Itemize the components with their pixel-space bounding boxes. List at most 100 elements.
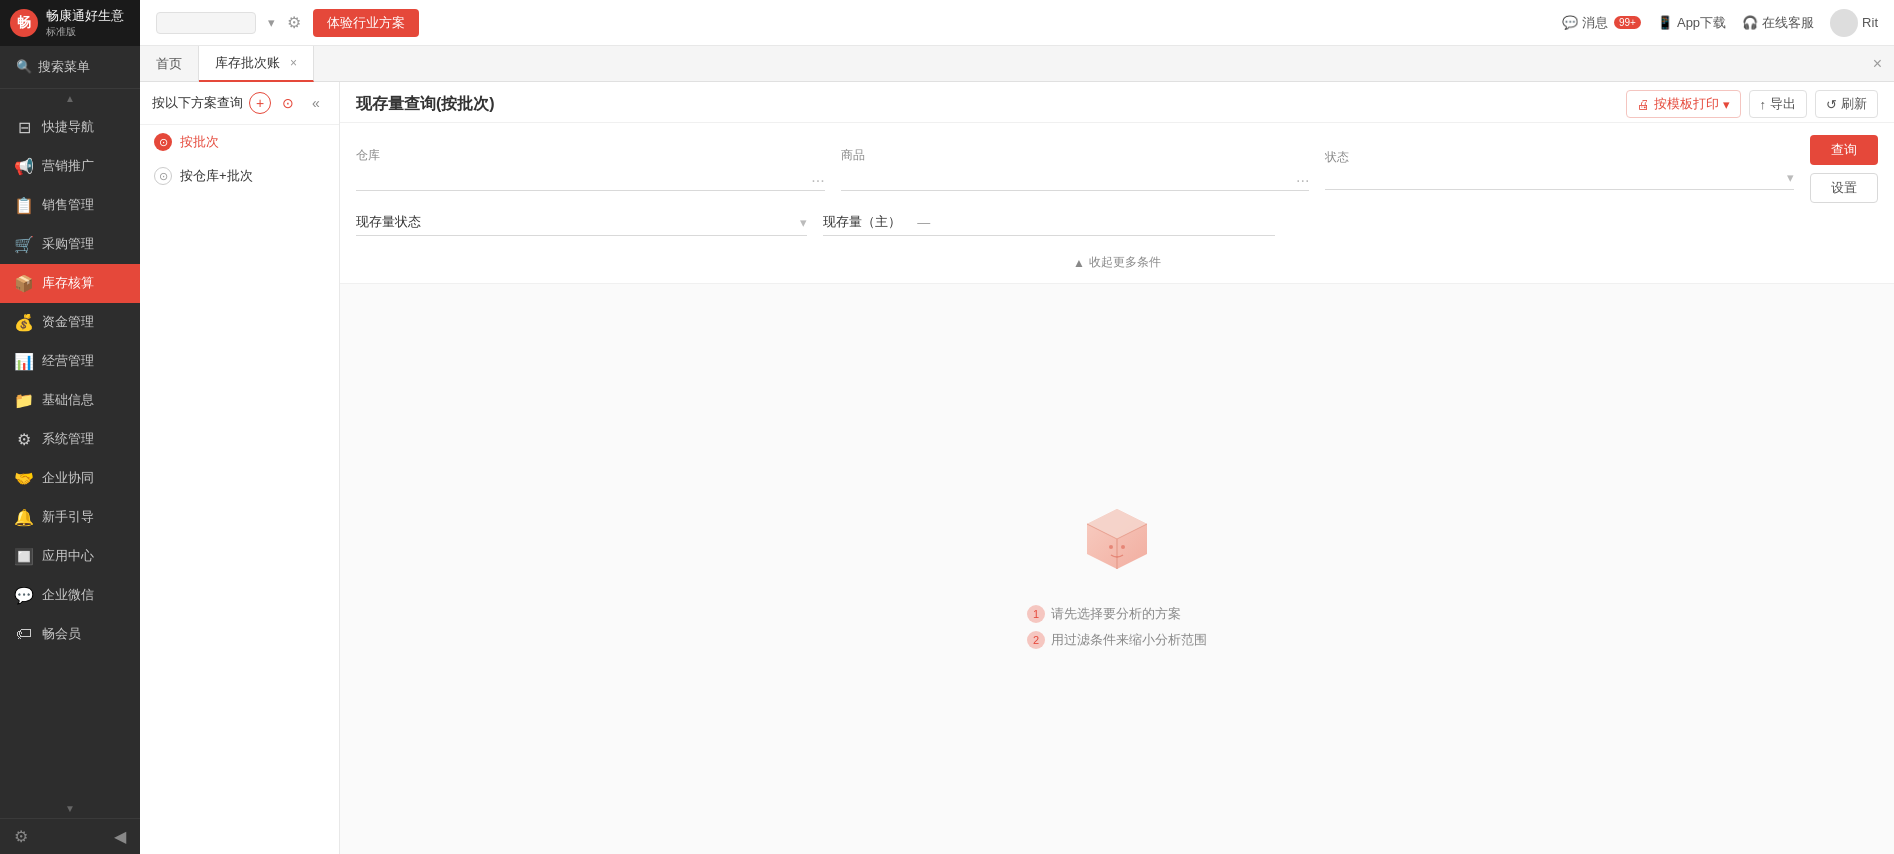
filter-settings-btn[interactable]: 设置 [1810,173,1878,203]
sidebar-item-label: 快捷导航 [42,118,94,136]
apps-icon: 🔲 [14,547,34,566]
print-icon: 🖨 [1637,97,1650,112]
status-select[interactable]: ▾ [1325,170,1794,190]
sidebar-item-label: 资金管理 [42,313,94,331]
refresh-btn[interactable]: ↺ 刷新 [1815,90,1878,118]
tab-close-icon[interactable]: × [290,56,297,70]
refresh-label: 刷新 [1841,95,1867,113]
sidebar-item-label: 采购管理 [42,235,94,253]
tab-inventory[interactable]: 库存批次账 × [199,46,314,82]
page-title-bar: 现存量查询(按批次) 🖨 按模板打印 ▾ ↑ 导出 ↺ 刷新 [340,82,1894,123]
app-logo: 畅 [10,9,38,37]
svg-point-6 [1121,545,1125,549]
settings-footer-icon[interactable]: ⚙ [14,827,28,846]
warehouse-input[interactable] [356,170,805,185]
sidebar-item-apps[interactable]: 🔲 应用中心 [0,537,140,576]
filter-row-1: 仓库 ... 商品 ... [356,135,1878,203]
warehouse-filter: 仓库 ... [356,147,825,191]
query-btn[interactable]: 查询 [1810,135,1878,165]
collapse-icon: ▲ [1073,256,1085,270]
message-badge: 99+ [1614,16,1641,29]
inventory-qty-label: 现存量（主） [823,213,901,231]
sidebar-item-label: 基础信息 [42,391,94,409]
collapse-row[interactable]: ▲ 收起更多条件 [356,246,1878,271]
sidebar-item-label: 新手引导 [42,508,94,526]
settings-gear-icon[interactable]: ⚙ [287,13,301,32]
finance-icon: 💰 [14,313,34,332]
hint-num-2: 2 [1027,631,1045,649]
sidebar-item-system[interactable]: ⚙ 系统管理 [0,420,140,459]
scheme-settings-btn[interactable]: ⊙ [277,92,299,114]
headset-icon: 🎧 [1742,15,1758,30]
cooperation-icon: 🤝 [14,469,34,488]
sidebar-item-label: 企业微信 [42,586,94,604]
collapse-label: 收起更多条件 [1089,254,1161,271]
product-label: 商品 [841,147,1310,164]
sidebar-item-purchase[interactable]: 🛒 采购管理 [0,225,140,264]
app-download-label: App下载 [1677,14,1726,32]
inventory-status-select[interactable]: 现存量状态 ▾ [356,213,807,236]
top-header: ▾ ⚙ 体验行业方案 💬 消息 99+ 📱 App下载 🎧 在线客服 Rit [140,0,1894,46]
message-icon: 💬 [1562,15,1578,30]
product-dots-btn[interactable]: ... [1296,168,1309,186]
message-label: 消息 [1582,14,1608,32]
app-download-icon: 📱 [1657,15,1673,30]
tab-bar: 首页 库存批次账 × × [140,46,1894,82]
message-btn[interactable]: 💬 消息 99+ [1562,14,1641,32]
export-btn[interactable]: ↑ 导出 [1749,90,1808,118]
export-label: 导出 [1770,95,1796,113]
filter-bar: 仓库 ... 商品 ... [340,123,1894,284]
sidebar-scroll-down[interactable]: ▼ [0,799,140,818]
sidebar-item-newbie[interactable]: 🔔 新手引导 [0,498,140,537]
sidebar-item-cooperation[interactable]: 🤝 企业协同 [0,459,140,498]
page-title: 现存量查询(按批次) [356,94,495,115]
user-menu[interactable]: Rit [1830,9,1878,37]
hint-text-2: 用过滤条件来缩小分析范围 [1051,631,1207,649]
warehouse-dots-btn[interactable]: ... [811,168,824,186]
purchase-icon: 🛒 [14,235,34,254]
operations-icon: 📊 [14,352,34,371]
scheme-inactive-icon: ⊙ [154,167,172,185]
sidebar-item-quick-nav[interactable]: ⊟ 快捷导航 [0,108,140,147]
sidebar-scroll-up[interactable]: ▲ [0,89,140,108]
add-scheme-btn[interactable]: + [249,92,271,114]
right-panel: 现存量查询(按批次) 🖨 按模板打印 ▾ ↑ 导出 ↺ 刷新 [340,82,1894,854]
main-area: ▾ ⚙ 体验行业方案 💬 消息 99+ 📱 App下载 🎧 在线客服 Rit [140,0,1894,854]
print-dropdown-icon[interactable]: ▾ [1723,97,1730,112]
sidebar-item-label: 畅会员 [42,625,81,643]
sidebar-item-operations[interactable]: 📊 经营管理 [0,342,140,381]
sidebar-item-basics[interactable]: 📁 基础信息 [0,381,140,420]
search-menu-btn[interactable]: 🔍 搜索菜单 [10,54,130,80]
sidebar-footer: ⚙ ◀ [0,818,140,854]
online-service-btn[interactable]: 🎧 在线客服 [1742,14,1814,32]
inventory-status-filter: 现存量状态 ▾ [356,213,807,236]
collapse-panel-btn[interactable]: « [305,92,327,114]
tab-home[interactable]: 首页 [140,46,199,82]
sidebar-item-finance[interactable]: 💰 资金管理 [0,303,140,342]
product-input[interactable] [841,170,1290,185]
trial-btn[interactable]: 体验行业方案 [313,9,419,37]
sidebar-item-label: 库存核算 [42,274,94,292]
scheme-by-warehouse-batch[interactable]: ⊙ 按仓库+批次 [140,159,339,193]
sidebar-item-sales[interactable]: 📋 销售管理 [0,186,140,225]
scheme-by-batch[interactable]: ⊙ 按批次 [140,125,339,159]
company-name: 畅康通好生意 [46,8,124,25]
product-input-wrap: ... [841,168,1310,191]
user-name: Rit [1862,15,1878,30]
print-btn[interactable]: 🖨 按模板打印 ▾ [1626,90,1741,118]
breadcrumb-dropdown-icon[interactable]: ▾ [268,15,275,30]
empty-hint-2: 2 用过滤条件来缩小分析范围 [1027,631,1207,649]
tab-inventory-label: 库存批次账 [215,54,280,72]
sidebar-item-marketing[interactable]: 📢 营销推广 [0,147,140,186]
wechat-icon: 💬 [14,586,34,605]
hint-num-1: 1 [1027,605,1045,623]
panel-close-btn[interactable]: × [1861,55,1894,73]
hint-text-1: 请先选择要分析的方案 [1051,605,1181,623]
sidebar-item-label: 应用中心 [42,547,94,565]
app-download-btn[interactable]: 📱 App下载 [1657,14,1726,32]
sidebar-item-member[interactable]: 🏷 畅会员 [0,615,140,653]
breadcrumb-input[interactable] [156,12,256,34]
collapse-sidebar-icon[interactable]: ◀ [114,827,126,846]
sidebar-item-wechat[interactable]: 💬 企业微信 [0,576,140,615]
sidebar-item-inventory[interactable]: 📦 库存核算 [0,264,140,303]
